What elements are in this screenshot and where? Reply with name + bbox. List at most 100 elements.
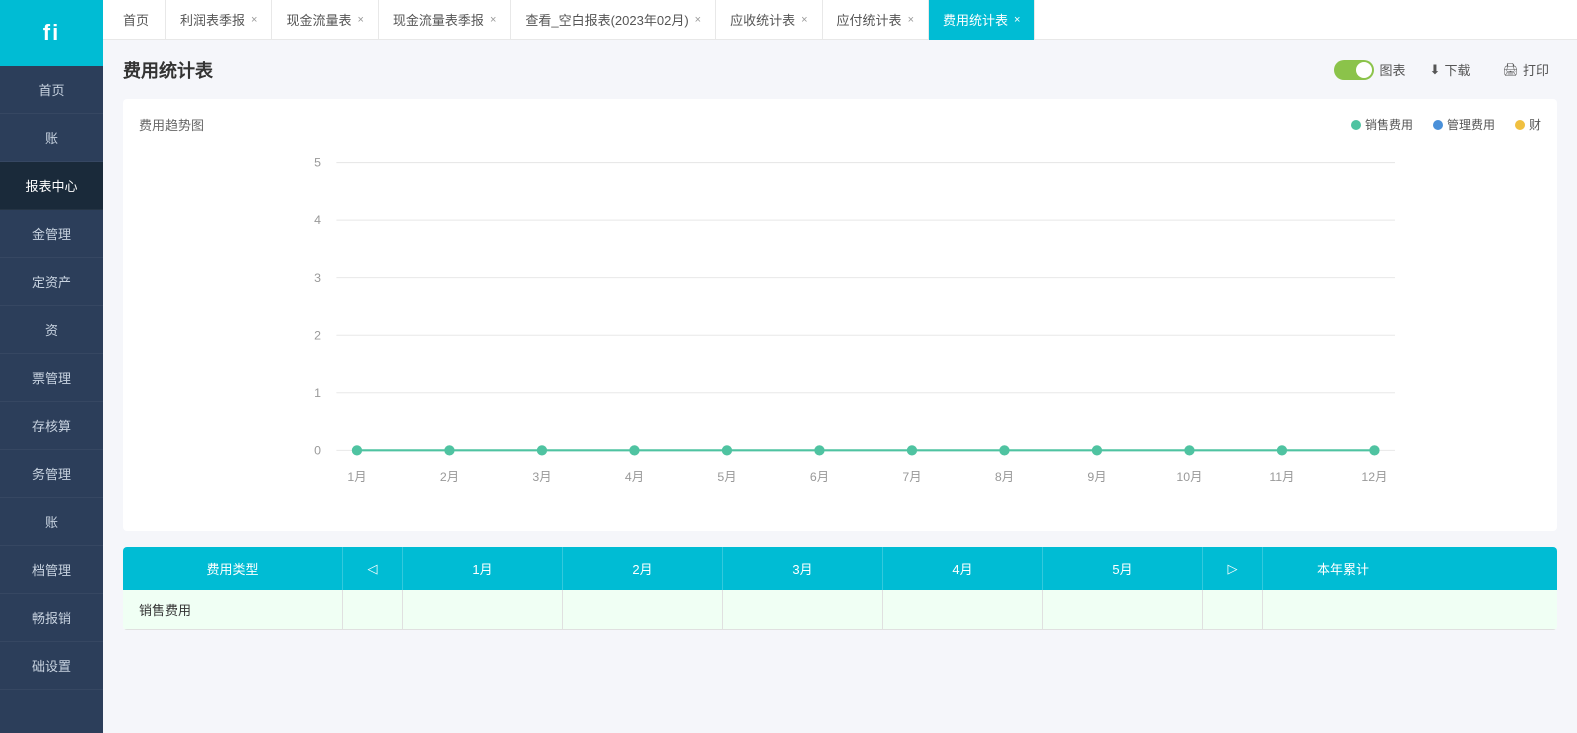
sidebar-item-invoice[interactable]: 票管理 [0, 354, 103, 402]
col-feb: 2月 [563, 547, 723, 590]
svg-text:12月: 12月 [1361, 470, 1387, 484]
tab-blank-report[interactable]: 查看_空白报表(2023年02月) × [511, 0, 716, 40]
chart-title: 费用趋势图 [139, 115, 204, 134]
tab-payable[interactable]: 应付统计表 × [823, 0, 929, 40]
chart-toggle-label: 图表 [1380, 60, 1406, 79]
chart-point-mar [537, 445, 547, 455]
col-expense-type: 费用类型 [123, 547, 343, 590]
svg-text:0: 0 [314, 443, 321, 457]
tab-cashflow-quarterly[interactable]: 现金流量表季报 × [379, 0, 511, 40]
svg-text:4: 4 [314, 213, 321, 227]
expense-table: 费用类型 ◁ 1月 2月 3月 4月 5月 ▷ 本年累计 销售费用 [123, 547, 1557, 630]
tab-close-blank-report[interactable]: × [695, 14, 701, 26]
row-sales-feb [563, 590, 723, 629]
legend-item-finance: 财 [1515, 116, 1541, 133]
tab-receivable[interactable]: 应收统计表 × [716, 0, 822, 40]
row-sales-jan [403, 590, 563, 629]
chart-point-nov [1277, 445, 1287, 455]
svg-text:3月: 3月 [532, 470, 551, 484]
col-apr: 4月 [883, 547, 1043, 590]
chart-toggle[interactable] [1334, 60, 1374, 80]
sidebar-logo: fi [0, 0, 103, 66]
sidebar-item-service[interactable]: 务管理 [0, 450, 103, 498]
tab-close-payable[interactable]: × [908, 14, 914, 26]
legend-label-finance: 财 [1529, 116, 1541, 133]
tab-cashflow[interactable]: 现金流量表 × [272, 0, 378, 40]
legend-item-sales: 销售费用 [1351, 116, 1413, 133]
chart-point-jan [352, 445, 362, 455]
legend-dot-finance [1515, 120, 1525, 130]
chart-legend: 销售费用 管理费用 财 [1351, 116, 1541, 133]
chart-point-sep [1092, 445, 1102, 455]
svg-text:10月: 10月 [1176, 470, 1202, 484]
sidebar-item-archive[interactable]: 档管理 [0, 546, 103, 594]
tab-close-profit-quarterly[interactable]: × [251, 14, 257, 26]
download-button[interactable]: ⬇ 下载 [1422, 56, 1479, 83]
print-label: 打印 [1523, 60, 1549, 79]
main-content: 首页 利润表季报 × 现金流量表 × 现金流量表季报 × 查看_空白报表(202… [103, 0, 1577, 733]
legend-label-sales: 销售费用 [1365, 116, 1413, 133]
chart-point-feb [444, 445, 454, 455]
chart-point-apr [629, 445, 639, 455]
svg-text:2月: 2月 [440, 470, 459, 484]
tab-close-expense-stats[interactable]: × [1014, 14, 1020, 26]
tab-bar: 首页 利润表季报 × 现金流量表 × 现金流量表季报 × 查看_空白报表(202… [103, 0, 1577, 40]
svg-text:5: 5 [314, 156, 321, 170]
svg-text:11月: 11月 [1269, 470, 1294, 484]
line-chart: 5 4 3 2 1 0 1月 2月 3月 4月 5月 6月 7月 8月 9月 1… [139, 142, 1541, 512]
svg-text:8月: 8月 [995, 470, 1014, 484]
sidebar-item-expense[interactable]: 畅报销 [0, 594, 103, 642]
legend-dot-admin [1433, 120, 1443, 130]
download-label: 下载 [1444, 60, 1470, 79]
chart-point-oct [1184, 445, 1194, 455]
table-header: 费用类型 ◁ 1月 2月 3月 4月 5月 ▷ 本年累计 [123, 547, 1557, 590]
row-sales-apr [883, 590, 1043, 629]
sidebar-item-settings[interactable]: 础设置 [0, 642, 103, 690]
chart-toggle-wrap[interactable]: 图表 [1334, 60, 1406, 80]
svg-text:2: 2 [314, 328, 321, 342]
svg-text:1月: 1月 [347, 470, 366, 484]
chart-header: 费用趋势图 销售费用 管理费用 财 [139, 115, 1541, 134]
sidebar-item-account[interactable]: 账 [0, 114, 103, 162]
row-sales-mar [723, 590, 883, 629]
page-title: 费用统计表 [123, 57, 213, 83]
col-mar: 3月 [723, 547, 883, 590]
col-ytd: 本年累计 [1263, 547, 1423, 590]
tab-close-receivable[interactable]: × [801, 14, 807, 26]
tab-home[interactable]: 首页 [107, 0, 166, 40]
tab-close-cashflow[interactable]: × [357, 14, 363, 26]
svg-text:7月: 7月 [902, 470, 921, 484]
row-sales-may [1043, 590, 1203, 629]
chart-point-aug [999, 445, 1009, 455]
sidebar-item-inventory[interactable]: 存核算 [0, 402, 103, 450]
sidebar-item-assets[interactable]: 定资产 [0, 258, 103, 306]
sidebar-item-ledger[interactable]: 账 [0, 498, 103, 546]
chart-point-jul [907, 445, 917, 455]
download-icon: ⬇ [1430, 62, 1441, 78]
svg-text:9月: 9月 [1087, 470, 1106, 484]
sidebar-item-reports[interactable]: 报表中心 [0, 162, 103, 210]
tab-profit-quarterly[interactable]: 利润表季报 × [166, 0, 272, 40]
page-header: 费用统计表 图表 ⬇ 下载 🖨 打印 [123, 56, 1557, 83]
chart-card: 费用趋势图 销售费用 管理费用 财 [123, 99, 1557, 531]
chart-point-may [722, 445, 732, 455]
print-icon: 🖨 [1502, 62, 1519, 78]
col-next-nav[interactable]: ▷ [1203, 547, 1263, 590]
print-button[interactable]: 🖨 打印 [1494, 56, 1557, 83]
sidebar-item-cash[interactable]: 金管理 [0, 210, 103, 258]
col-prev-nav[interactable]: ◁ [343, 547, 403, 590]
tab-expense-stats[interactable]: 费用统计表 × [929, 0, 1035, 40]
table-row: 销售费用 [123, 590, 1557, 630]
sidebar-item-capital[interactable]: 资 [0, 306, 103, 354]
tab-close-cashflow-quarterly[interactable]: × [490, 14, 496, 26]
svg-text:6月: 6月 [810, 470, 829, 484]
legend-item-admin: 管理费用 [1433, 116, 1495, 133]
legend-label-admin: 管理费用 [1447, 116, 1495, 133]
row-sales-ytd [1263, 590, 1423, 629]
chart-point-dec [1369, 445, 1379, 455]
row-sales-next-nav [1203, 590, 1263, 629]
sidebar-item-home[interactable]: 首页 [0, 66, 103, 114]
row-sales-type: 销售费用 [123, 590, 343, 629]
legend-dot-sales [1351, 120, 1361, 130]
svg-text:5月: 5月 [717, 470, 736, 484]
